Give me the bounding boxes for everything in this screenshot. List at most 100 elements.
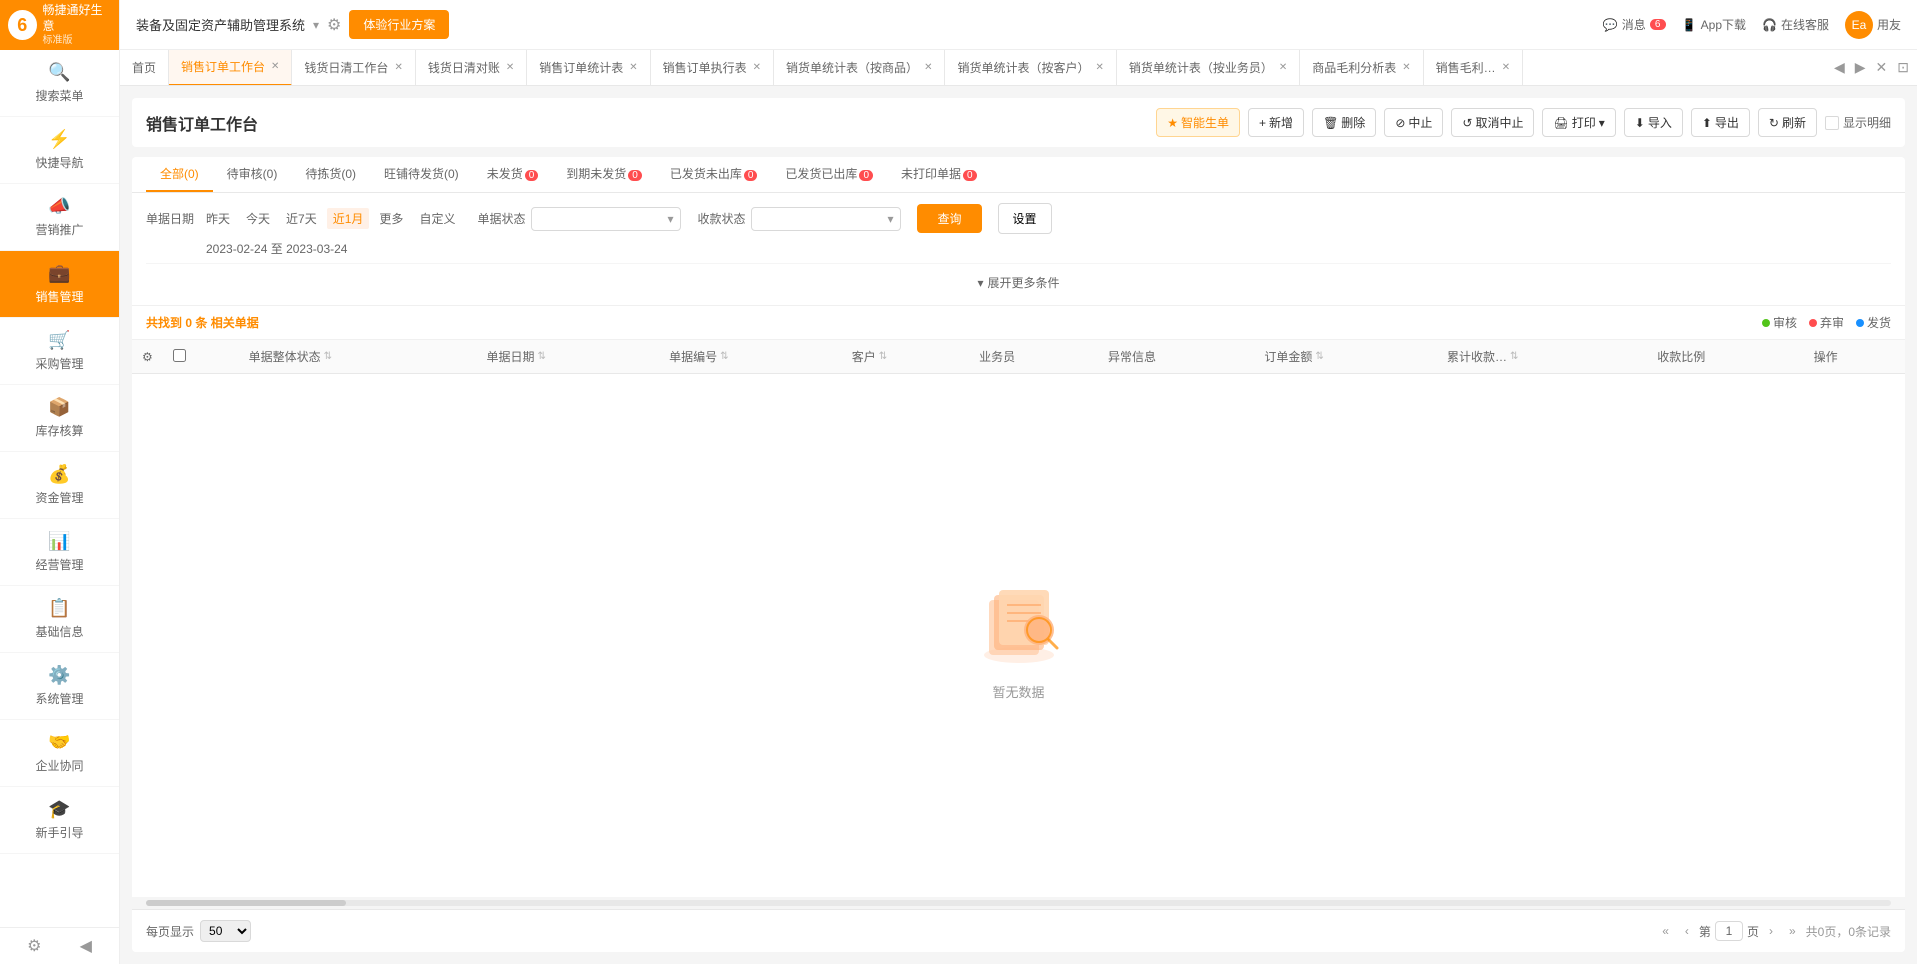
- tab-close-gross-margin[interactable]: ✕: [1402, 62, 1410, 73]
- payment-select[interactable]: [751, 207, 901, 231]
- sidebar-item-operations[interactable]: 📊 经营管理: [0, 519, 119, 586]
- scroll-thumb[interactable]: [146, 900, 346, 906]
- tab-sales-product[interactable]: 销货单统计表（按商品） ✕: [774, 50, 945, 86]
- preset-1month[interactable]: 近1月: [327, 208, 370, 229]
- col-setting[interactable]: ⚙: [132, 340, 163, 374]
- last-page-btn[interactable]: »: [1783, 922, 1802, 940]
- tab-sales-exec[interactable]: 销售订单执行表 ✕: [651, 50, 774, 86]
- delete-btn[interactable]: 🗑 删除: [1312, 108, 1376, 137]
- app-download-btn[interactable]: 📱 App下载: [1682, 16, 1746, 33]
- col-doc-date[interactable]: 单据日期⇅: [476, 340, 659, 374]
- preset-more[interactable]: 更多: [373, 208, 409, 229]
- tab-close-sales-stats[interactable]: ✕: [629, 62, 637, 73]
- tab-close-sales-margin[interactable]: ✕: [1502, 62, 1510, 73]
- system-dropdown-btn[interactable]: ▾: [313, 18, 319, 32]
- sidebar-item-inventory[interactable]: 📦 库存核算: [0, 385, 119, 452]
- sidebar-item-guide[interactable]: 🎓 新手引导: [0, 787, 119, 854]
- query-btn[interactable]: 查询: [917, 204, 981, 233]
- filter-tab-shop-pending[interactable]: 旺铺待发货(0): [370, 157, 473, 192]
- tab-close-all-btn[interactable]: ✕: [1872, 59, 1892, 76]
- industry-btn[interactable]: 体验行业方案: [349, 10, 449, 39]
- settings-bottom-icon[interactable]: ⚙: [27, 936, 41, 956]
- stop-btn[interactable]: ⊘ 中止: [1384, 108, 1443, 137]
- system-settings-btn[interactable]: ⚙: [327, 15, 341, 35]
- tab-cash-daily[interactable]: 钱货日清工作台 ✕: [292, 50, 415, 86]
- filter-tab-unprinted[interactable]: 未打印单据0: [887, 157, 991, 192]
- col-doc-status[interactable]: 单据整体状态⇅: [239, 340, 477, 374]
- status-select[interactable]: [531, 207, 681, 231]
- print-dropdown-icon[interactable]: ▾: [1599, 116, 1605, 130]
- user-menu-btn[interactable]: Ea 用友: [1845, 11, 1901, 39]
- per-page-select[interactable]: 10 20 50 100: [200, 920, 251, 942]
- select-all-checkbox[interactable]: [173, 349, 186, 362]
- col-doc-number[interactable]: 单据编号⇅: [659, 340, 842, 374]
- filter-tab-overdue[interactable]: 到期未发货0: [552, 157, 656, 192]
- message-btn[interactable]: 💬 消息 6: [1603, 16, 1666, 33]
- show-detail-checkbox[interactable]: [1825, 116, 1839, 130]
- scroll-track[interactable]: [146, 900, 1891, 906]
- import-btn[interactable]: ⬇ 导入: [1624, 108, 1683, 137]
- show-detail-toggle[interactable]: 显示明细: [1825, 114, 1891, 131]
- smart-order-btn[interactable]: ★ 智能生单: [1156, 108, 1240, 137]
- sidebar-item-search[interactable]: 🔍 搜索菜单: [0, 50, 119, 117]
- prev-page-btn[interactable]: ‹: [1679, 922, 1695, 940]
- cancel-stop-btn[interactable]: ↺ 取消中止: [1451, 108, 1534, 137]
- batch-unreviewed-btn[interactable]: 弃审: [1809, 314, 1844, 331]
- tab-cash-reconcile[interactable]: 钱货日清对账 ✕: [416, 50, 527, 86]
- col-customer[interactable]: 客户⇅: [842, 340, 969, 374]
- filter-tab-all[interactable]: 全部(0): [146, 157, 213, 192]
- refresh-btn[interactable]: ↻ 刷新: [1758, 108, 1817, 137]
- print-btn[interactable]: 🖨 打印 ▾: [1542, 108, 1615, 137]
- expand-more-btn[interactable]: ▾ 展开更多条件: [969, 270, 1067, 295]
- tab-close-cash-daily[interactable]: ✕: [394, 62, 402, 73]
- filter-tab-shipped-not-out[interactable]: 已发货未出库0: [656, 157, 772, 192]
- sidebar-item-basic-info[interactable]: 📋 基础信息: [0, 586, 119, 653]
- filter-tab-pending-pick[interactable]: 待拣货(0): [291, 157, 370, 192]
- sidebar-item-purchase[interactable]: 🛒 采购管理: [0, 318, 119, 385]
- preset-7days[interactable]: 近7天: [280, 208, 323, 229]
- preset-today[interactable]: 今天: [240, 208, 276, 229]
- col-cumulative-payment[interactable]: 累计收款…⇅: [1437, 340, 1647, 374]
- tab-prev-btn[interactable]: ◀: [1830, 59, 1849, 76]
- first-page-btn[interactable]: «: [1656, 922, 1675, 940]
- tab-sales-margin[interactable]: 销售毛利… ✕: [1424, 50, 1523, 86]
- tab-sales-workbench[interactable]: 销售订单工作台 ✕: [169, 50, 292, 86]
- col-checkbox[interactable]: [163, 340, 239, 374]
- tab-close-sales-exec[interactable]: ✕: [753, 62, 761, 73]
- preset-custom[interactable]: 自定义: [413, 208, 461, 229]
- sidebar-item-sales[interactable]: 💼 销售管理: [0, 251, 119, 318]
- tab-gross-margin[interactable]: 商品毛利分析表 ✕: [1300, 50, 1423, 86]
- filter-tab-unshipped[interactable]: 未发货0: [473, 157, 553, 192]
- add-btn[interactable]: + 新增: [1248, 108, 1304, 137]
- setting-btn[interactable]: 设置: [998, 203, 1052, 234]
- preset-yesterday[interactable]: 昨天: [200, 208, 236, 229]
- batch-review-btn[interactable]: 审核: [1762, 314, 1797, 331]
- current-page-input[interactable]: 1: [1715, 921, 1743, 941]
- tab-close-cash-reconcile[interactable]: ✕: [506, 62, 514, 73]
- col-abnormal[interactable]: 异常信息: [1098, 340, 1254, 374]
- tab-close-sales-customer[interactable]: ✕: [1095, 62, 1103, 73]
- sidebar-item-finance[interactable]: 💰 资金管理: [0, 452, 119, 519]
- tab-next-btn[interactable]: ▶: [1851, 59, 1870, 76]
- online-service-btn[interactable]: 🎧 在线客服: [1762, 16, 1829, 33]
- sidebar-item-system[interactable]: ⚙️ 系统管理: [0, 653, 119, 720]
- filter-tab-pending-review[interactable]: 待审核(0): [213, 157, 292, 192]
- next-page-btn[interactable]: ›: [1763, 922, 1779, 940]
- tab-close-sales-workbench[interactable]: ✕: [271, 61, 279, 72]
- sidebar-item-enterprise[interactable]: 🤝 企业协同: [0, 720, 119, 787]
- export-btn[interactable]: ⬆ 导出: [1691, 108, 1750, 137]
- tab-sales-customer[interactable]: 销货单统计表（按客户） ✕: [945, 50, 1116, 86]
- col-salesperson[interactable]: 业务员: [969, 340, 1098, 374]
- tab-close-sales-staff[interactable]: ✕: [1279, 62, 1287, 73]
- sidebar-item-marketing[interactable]: 📣 营销推广: [0, 184, 119, 251]
- tab-maximize-btn[interactable]: ⊡: [1893, 59, 1913, 76]
- collapse-sidebar-btn[interactable]: ◀: [80, 936, 92, 956]
- tab-sales-staff[interactable]: 销货单统计表（按业务员） ✕: [1117, 50, 1300, 86]
- tab-sales-stats[interactable]: 销售订单统计表 ✕: [527, 50, 650, 86]
- filter-tab-shipped-out[interactable]: 已发货已出库0: [771, 157, 887, 192]
- batch-ship-btn[interactable]: 发货: [1856, 314, 1891, 331]
- sidebar-item-quick-nav[interactable]: ⚡ 快捷导航: [0, 117, 119, 184]
- tab-home[interactable]: 首页: [120, 50, 169, 86]
- col-order-amount[interactable]: 订单金额⇅: [1254, 340, 1437, 374]
- tab-close-sales-product[interactable]: ✕: [924, 62, 932, 73]
